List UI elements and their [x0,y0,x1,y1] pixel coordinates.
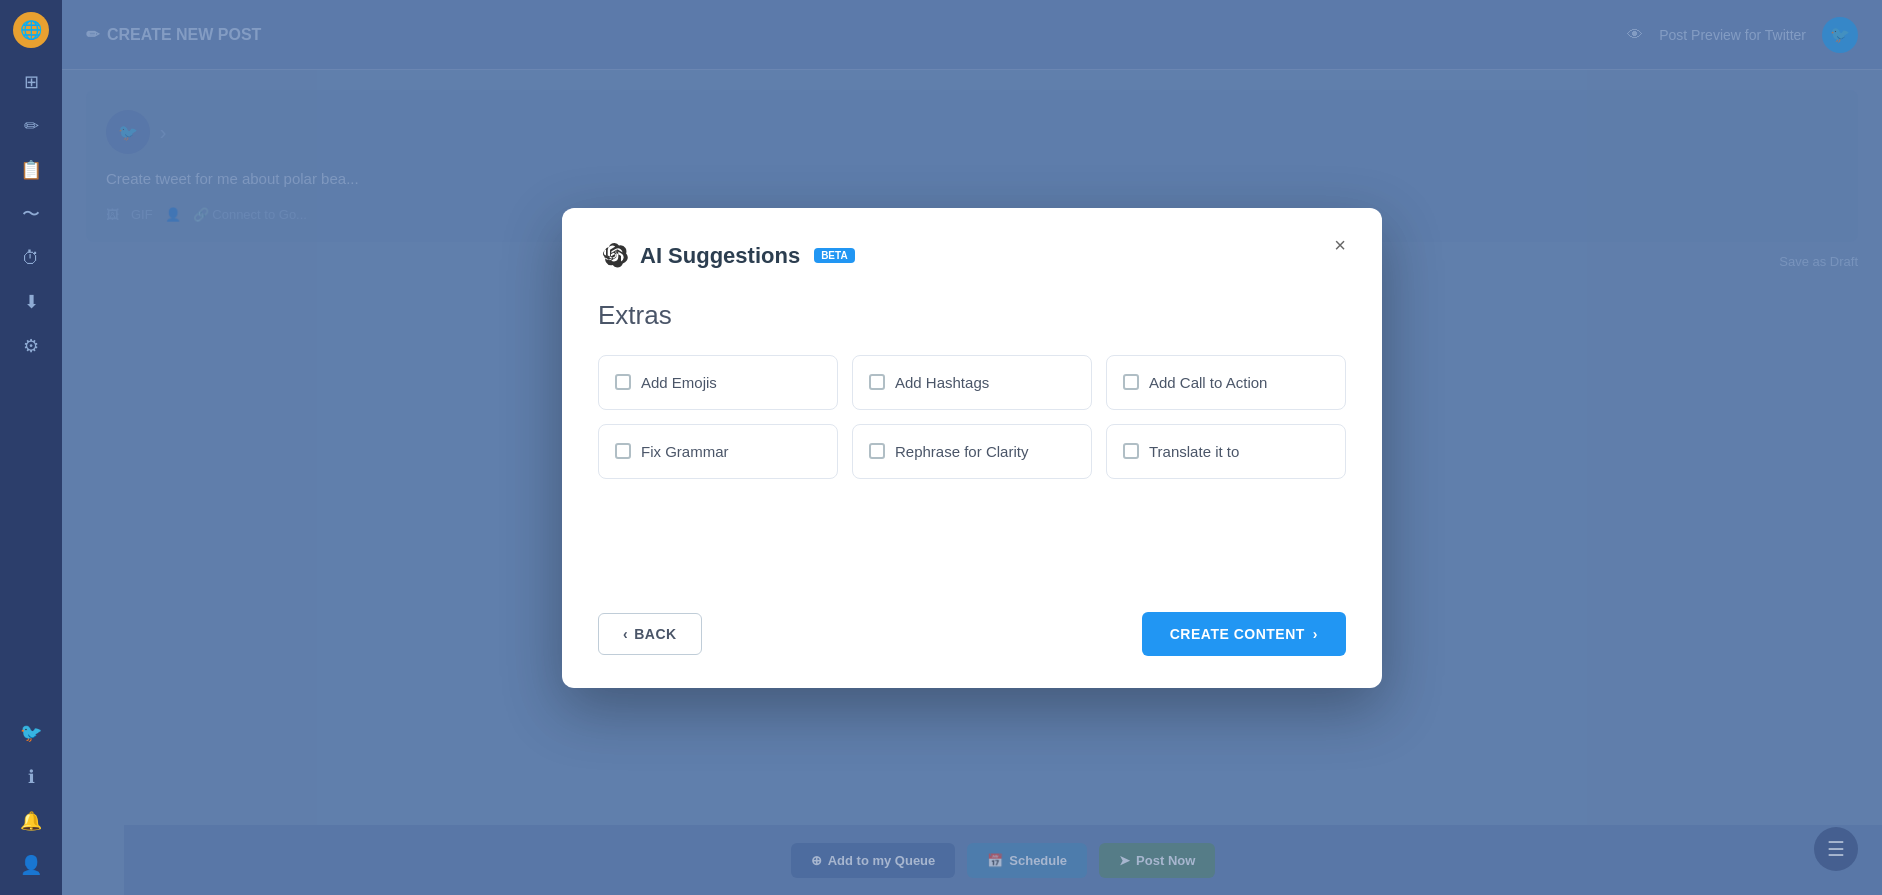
rephrase-for-clarity-label: Rephrase for Clarity [895,443,1028,460]
ai-icon [598,240,630,272]
back-button[interactable]: BACK [598,613,702,655]
main-content: ✏ CREATE NEW POST 👁 Post Preview for Twi… [62,0,1882,895]
extras-options-grid: Add Emojis Add Hashtags Add Call to Acti… [598,355,1346,479]
modal-footer: BACK CREATE CONTENT [598,596,1346,656]
sidebar-item-dashboard[interactable]: ⊞ [13,64,49,100]
modal-title: AI Suggestions [640,243,800,269]
add-call-to-action-label: Add Call to Action [1149,374,1267,391]
modal-overlay: AI Suggestions BETA × Extras Add Emojis … [62,0,1882,895]
add-emojis-checkbox[interactable] [615,374,631,390]
modal-close-button[interactable]: × [1326,232,1354,260]
ai-suggestions-modal: AI Suggestions BETA × Extras Add Emojis … [562,208,1382,688]
sidebar-item-compose[interactable]: ✏ [13,108,49,144]
fix-grammar-label: Fix Grammar [641,443,729,460]
option-rephrase-for-clarity[interactable]: Rephrase for Clarity [852,424,1092,479]
sidebar-item-notifications[interactable]: 🔔 [13,803,49,839]
modal-header: AI Suggestions BETA [598,240,1346,272]
chevron-right-icon [1313,626,1318,642]
option-add-hashtags[interactable]: Add Hashtags [852,355,1092,410]
sidebar-item-posts[interactable]: 📋 [13,152,49,188]
sidebar-item-feed[interactable]: 〜 [13,196,49,232]
sidebar-item-info[interactable]: ℹ [13,759,49,795]
sidebar-item-user[interactable]: 👤 [13,847,49,883]
sidebar-logo[interactable]: 🌐 [13,12,49,48]
option-fix-grammar[interactable]: Fix Grammar [598,424,838,479]
option-translate-it-to[interactable]: Translate it to [1106,424,1346,479]
add-hashtags-label: Add Hashtags [895,374,989,391]
add-hashtags-checkbox[interactable] [869,374,885,390]
sidebar-item-download[interactable]: ⬇ [13,284,49,320]
sidebar-item-schedule[interactable]: ⏱ [13,240,49,276]
sidebar-item-settings[interactable]: ⚙ [13,328,49,364]
fix-grammar-checkbox[interactable] [615,443,631,459]
translate-it-to-checkbox[interactable] [1123,443,1139,459]
create-content-button[interactable]: CREATE CONTENT [1142,612,1346,656]
option-add-emojis[interactable]: Add Emojis [598,355,838,410]
extras-section-title: Extras [598,300,1346,331]
add-call-to-action-checkbox[interactable] [1123,374,1139,390]
translate-it-to-label: Translate it to [1149,443,1239,460]
chevron-left-icon [623,626,628,642]
beta-badge: BETA [814,248,854,263]
option-add-call-to-action[interactable]: Add Call to Action [1106,355,1346,410]
add-emojis-label: Add Emojis [641,374,717,391]
sidebar-item-twitter[interactable]: 🐦 [13,715,49,751]
rephrase-for-clarity-checkbox[interactable] [869,443,885,459]
sidebar: 🌐 ⊞ ✏ 📋 〜 ⏱ ⬇ ⚙ 🐦 ℹ 🔔 👤 [0,0,62,895]
background-page: 🌐 ⊞ ✏ 📋 〜 ⏱ ⬇ ⚙ 🐦 ℹ 🔔 👤 ✏ CREATE NEW POS… [0,0,1882,895]
